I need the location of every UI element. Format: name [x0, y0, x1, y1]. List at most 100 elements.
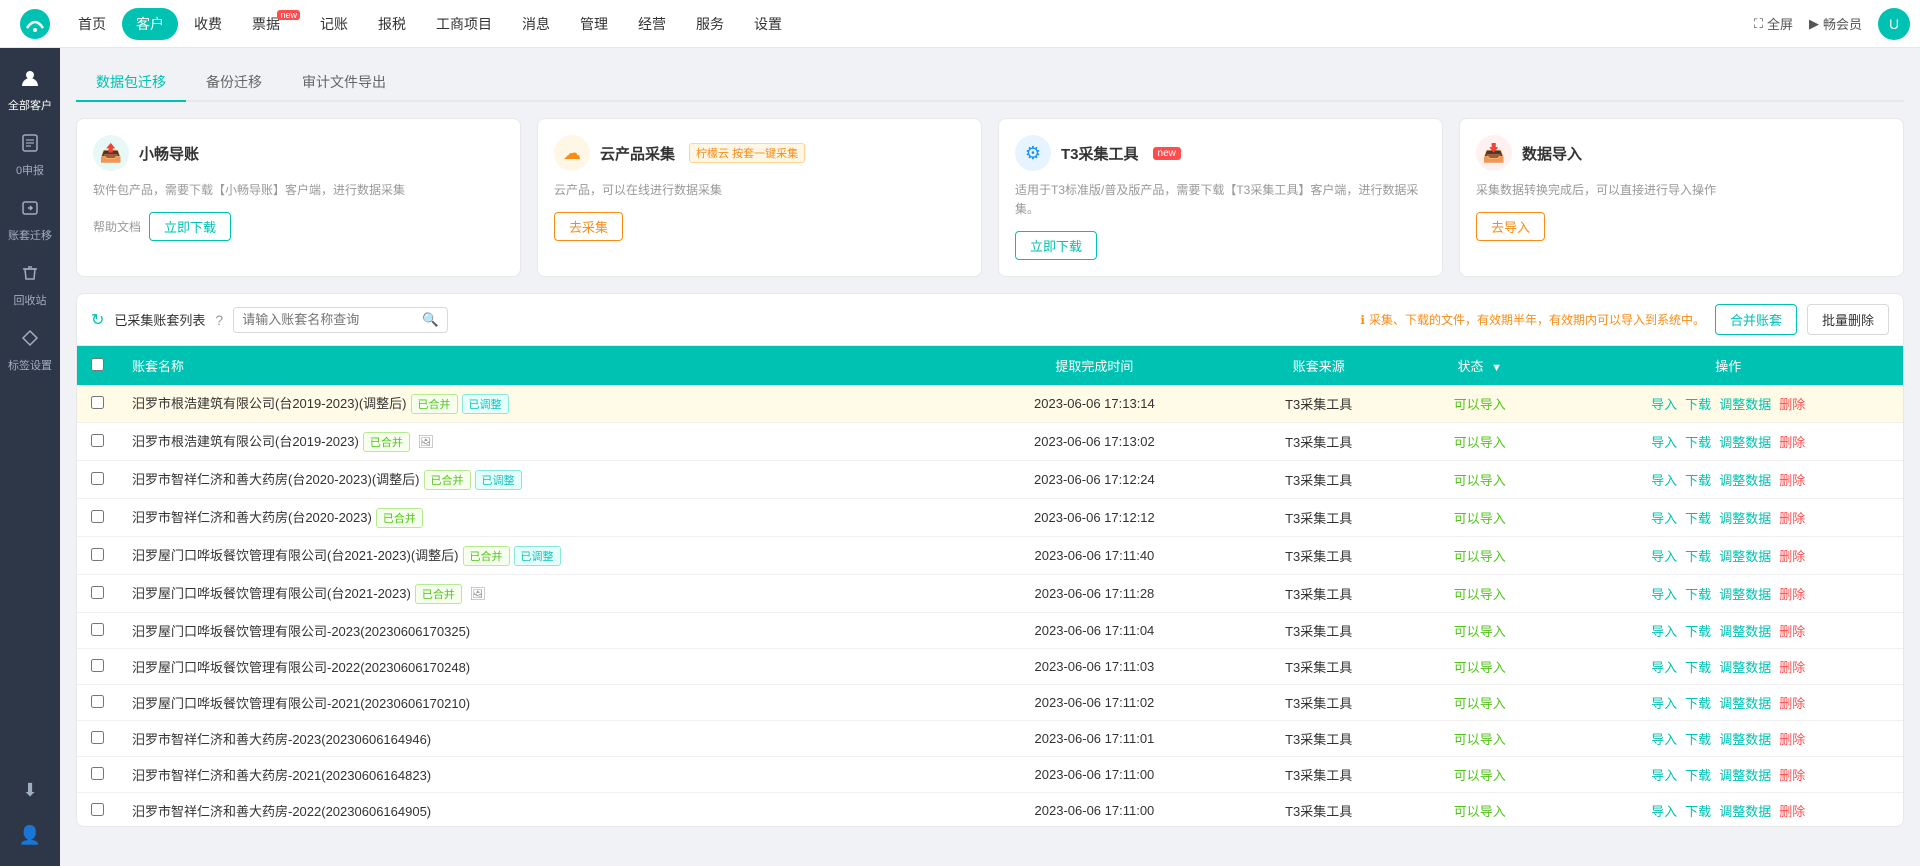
nav-bizproject[interactable]: 工商项目 — [422, 8, 506, 40]
download-btn[interactable]: 下载 — [1685, 587, 1711, 602]
download-btn[interactable]: 下载 — [1685, 696, 1711, 711]
search-input[interactable] — [234, 308, 414, 331]
download-btn[interactable]: 下载 — [1685, 435, 1711, 450]
import-btn[interactable]: 导入 — [1651, 435, 1677, 450]
import-btn[interactable]: 导入 — [1651, 587, 1677, 602]
import-btn[interactable]: 导入 — [1651, 511, 1677, 526]
row-checkbox[interactable] — [91, 434, 104, 447]
dataimport-import-btn[interactable]: 去导入 — [1476, 212, 1545, 241]
nav-tax[interactable]: 报税 — [364, 8, 420, 40]
adjust-data-btn[interactable]: 调整数据 — [1719, 549, 1771, 564]
tab-audit-export[interactable]: 审计文件导出 — [282, 64, 406, 102]
row-checkbox[interactable] — [91, 510, 104, 523]
row-checkbox[interactable] — [91, 803, 104, 816]
nav-service[interactable]: 服务 — [682, 8, 738, 40]
import-btn[interactable]: 导入 — [1651, 397, 1677, 412]
row-file-icon: 🖼 — [466, 586, 486, 601]
search-button[interactable]: 🔍 — [414, 308, 447, 332]
select-all-checkbox[interactable] — [91, 358, 104, 371]
member-btn[interactable]: ▶ 畅会员 — [1809, 14, 1862, 33]
adjust-data-btn[interactable]: 调整数据 — [1719, 587, 1771, 602]
nav-manage[interactable]: 管理 — [566, 8, 622, 40]
sidebar-item-account-migrate[interactable]: 账套迁移 — [0, 188, 60, 253]
nav-home[interactable]: 首页 — [64, 8, 120, 40]
row-checkbox[interactable] — [91, 695, 104, 708]
nav-fee[interactable]: 收费 — [180, 8, 236, 40]
nav-settings[interactable]: 设置 — [740, 8, 796, 40]
delete-btn[interactable]: 删除 — [1779, 397, 1805, 412]
sidebar-item-zero-report[interactable]: 0申报 — [0, 123, 60, 188]
sidebar-item-user-profile[interactable]: 👤 — [13, 815, 47, 856]
delete-btn[interactable]: 删除 — [1779, 732, 1805, 747]
logo[interactable] — [10, 8, 60, 40]
row-checkbox[interactable] — [91, 659, 104, 672]
import-btn[interactable]: 导入 — [1651, 473, 1677, 488]
nav-customer[interactable]: 客户 — [122, 8, 178, 40]
merge-accounts-btn[interactable]: 合并账套 — [1715, 304, 1797, 335]
download-btn[interactable]: 下载 — [1685, 804, 1711, 819]
avatar[interactable]: U — [1878, 8, 1910, 40]
download-btn[interactable]: 下载 — [1685, 660, 1711, 675]
adjust-data-btn[interactable]: 调整数据 — [1719, 732, 1771, 747]
delete-btn[interactable]: 删除 — [1779, 549, 1805, 564]
row-checkbox[interactable] — [91, 767, 104, 780]
xiaochang-download-btn[interactable]: 立即下载 — [149, 212, 231, 241]
row-checkbox[interactable] — [91, 472, 104, 485]
adjust-data-btn[interactable]: 调整数据 — [1719, 435, 1771, 450]
delete-btn[interactable]: 删除 — [1779, 768, 1805, 783]
adjust-data-btn[interactable]: 调整数据 — [1719, 511, 1771, 526]
delete-btn[interactable]: 删除 — [1779, 804, 1805, 819]
delete-btn[interactable]: 删除 — [1779, 435, 1805, 450]
delete-btn[interactable]: 删除 — [1779, 696, 1805, 711]
refresh-icon[interactable]: ↻ — [91, 310, 104, 330]
nav-message[interactable]: 消息 — [508, 8, 564, 40]
download-btn[interactable]: 下载 — [1685, 549, 1711, 564]
tab-data-package[interactable]: 数据包迁移 — [76, 64, 186, 102]
fullscreen-icon: ⛶ — [1754, 16, 1763, 32]
nav-ticket[interactable]: 票据new — [238, 8, 304, 40]
row-checkbox[interactable] — [91, 623, 104, 636]
download-btn[interactable]: 下载 — [1685, 732, 1711, 747]
nav-operation[interactable]: 经营 — [624, 8, 680, 40]
delete-btn[interactable]: 删除 — [1779, 473, 1805, 488]
delete-btn[interactable]: 删除 — [1779, 660, 1805, 675]
delete-btn[interactable]: 删除 — [1779, 587, 1805, 602]
sidebar-item-tags[interactable]: 标签设置 — [0, 318, 60, 383]
sidebar-item-all-customers[interactable]: 全部客户 — [0, 58, 60, 123]
import-btn[interactable]: 导入 — [1651, 660, 1677, 675]
sidebar-item-download[interactable]: ⬇ — [13, 770, 47, 811]
import-btn[interactable]: 导入 — [1651, 804, 1677, 819]
xiaochang-help-link[interactable]: 帮助文档 — [93, 218, 141, 235]
import-btn[interactable]: 导入 — [1651, 624, 1677, 639]
adjust-data-btn[interactable]: 调整数据 — [1719, 624, 1771, 639]
row-checkbox[interactable] — [91, 586, 104, 599]
adjust-data-btn[interactable]: 调整数据 — [1719, 473, 1771, 488]
tab-backup-migrate[interactable]: 备份迁移 — [186, 64, 282, 102]
import-btn[interactable]: 导入 — [1651, 549, 1677, 564]
status-sort-icon[interactable]: ▼ — [1491, 362, 1502, 374]
adjust-data-btn[interactable]: 调整数据 — [1719, 768, 1771, 783]
adjust-data-btn[interactable]: 调整数据 — [1719, 397, 1771, 412]
adjust-data-btn[interactable]: 调整数据 — [1719, 696, 1771, 711]
sidebar-item-recycle[interactable]: 回收站 — [0, 253, 60, 318]
nav-bookkeeping[interactable]: 记账 — [306, 8, 362, 40]
adjust-data-btn[interactable]: 调整数据 — [1719, 804, 1771, 819]
import-btn[interactable]: 导入 — [1651, 732, 1677, 747]
download-btn[interactable]: 下载 — [1685, 397, 1711, 412]
import-btn[interactable]: 导入 — [1651, 696, 1677, 711]
download-btn[interactable]: 下载 — [1685, 511, 1711, 526]
delete-btn[interactable]: 删除 — [1779, 511, 1805, 526]
batch-delete-btn[interactable]: 批量删除 — [1807, 304, 1889, 335]
delete-btn[interactable]: 删除 — [1779, 624, 1805, 639]
row-checkbox[interactable] — [91, 396, 104, 409]
t3-download-btn[interactable]: 立即下载 — [1015, 231, 1097, 260]
fullscreen-btn[interactable]: ⛶ 全屏 — [1754, 14, 1793, 33]
download-btn[interactable]: 下载 — [1685, 624, 1711, 639]
adjust-data-btn[interactable]: 调整数据 — [1719, 660, 1771, 675]
download-btn[interactable]: 下载 — [1685, 473, 1711, 488]
download-btn[interactable]: 下载 — [1685, 768, 1711, 783]
import-btn[interactable]: 导入 — [1651, 768, 1677, 783]
yuncp-collect-btn[interactable]: 去采集 — [554, 212, 623, 241]
row-checkbox[interactable] — [91, 731, 104, 744]
row-checkbox[interactable] — [91, 548, 104, 561]
